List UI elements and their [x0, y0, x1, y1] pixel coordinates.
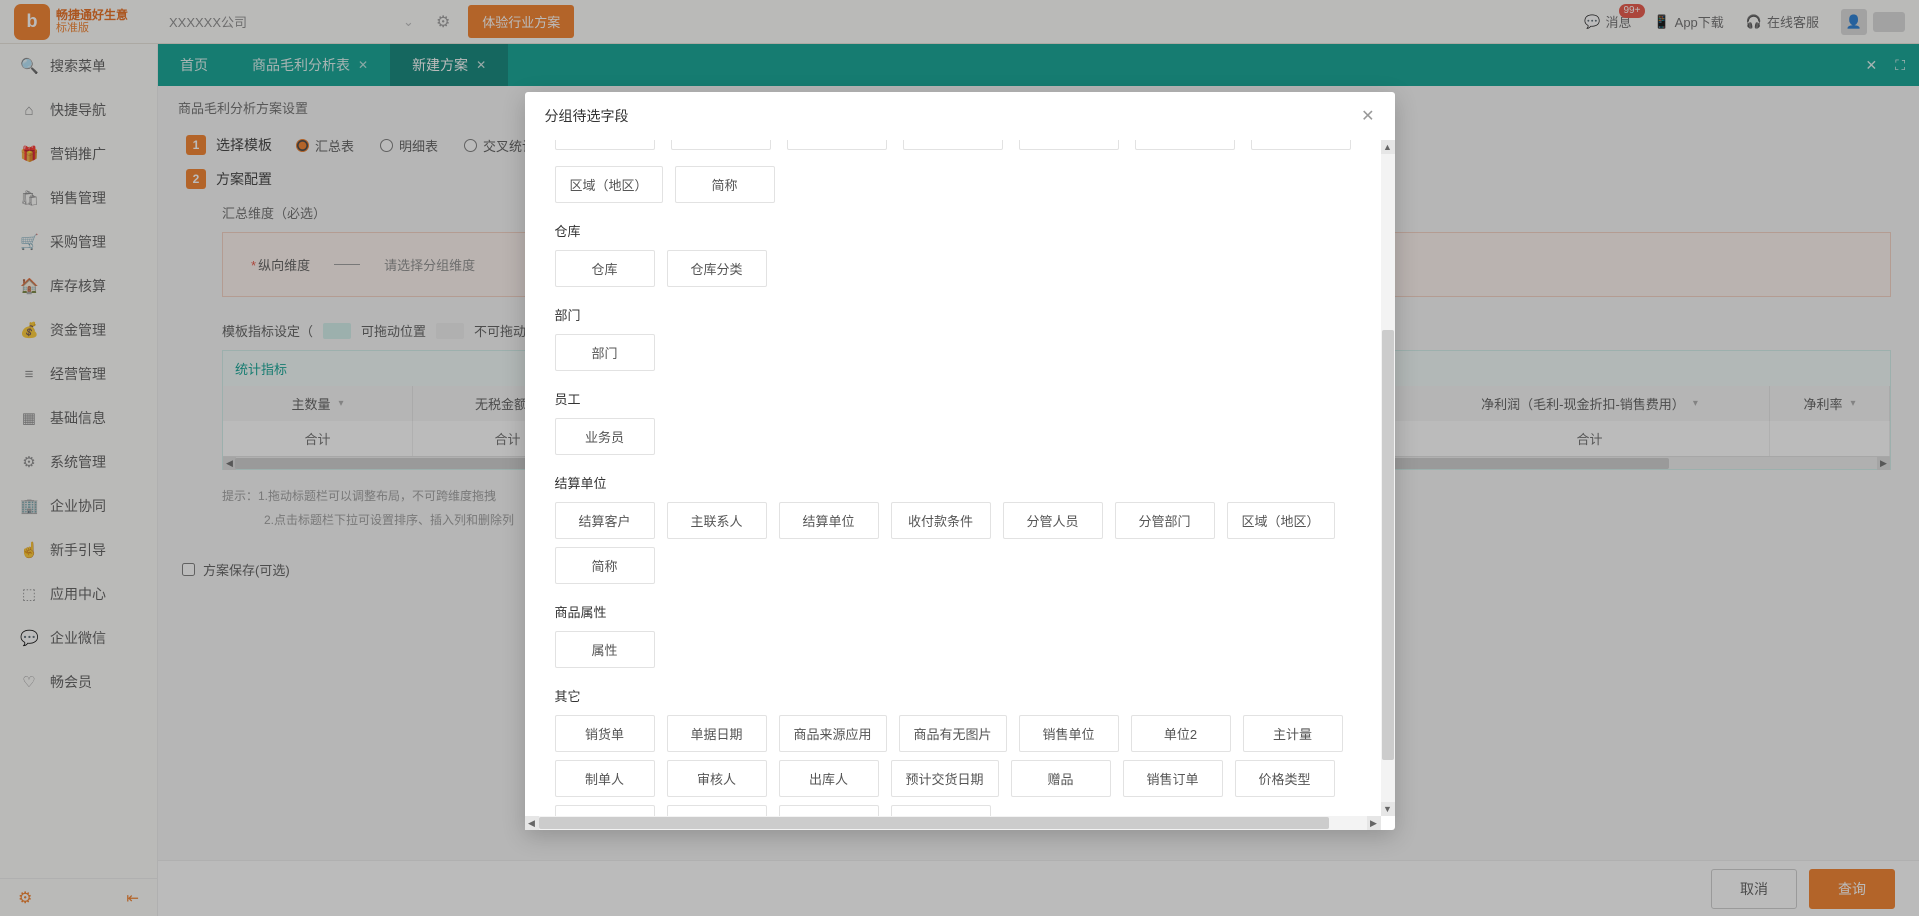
field-button[interactable]: 简称 [555, 547, 655, 584]
field-button[interactable]: 单据日期 [667, 715, 767, 752]
field-button[interactable]: 分管部门 [1115, 502, 1215, 539]
field-button[interactable]: 出库人 [779, 760, 879, 797]
field-button-partial[interactable] [555, 140, 655, 150]
field-button[interactable]: 业务员 [555, 418, 655, 455]
field-button[interactable]: 仓库 [555, 250, 655, 287]
field-button[interactable]: 简称 [675, 166, 775, 203]
field-group-title: 商品属性 [555, 602, 1351, 621]
field-button[interactable]: 单位2 [1131, 715, 1231, 752]
field-button-partial[interactable] [787, 140, 887, 150]
field-button[interactable]: 销货单 [555, 715, 655, 752]
modal-close-button[interactable]: ✕ [1361, 106, 1374, 126]
field-button[interactable]: 来源应用 [555, 805, 655, 816]
field-button[interactable]: 分管人员 [1003, 502, 1103, 539]
field-group-title: 结算单位 [555, 473, 1351, 492]
field-button-partial[interactable] [671, 140, 771, 150]
field-button-partial[interactable] [1251, 140, 1351, 150]
field-button[interactable]: 结算客户 [555, 502, 655, 539]
scroll-down-icon[interactable]: ▼ [1381, 802, 1395, 816]
field-button[interactable]: 制单人 [555, 760, 655, 797]
field-group-title: 其它 [555, 686, 1351, 705]
field-button[interactable]: 批号 [891, 805, 991, 816]
field-group-title: 员工 [555, 389, 1351, 408]
field-button[interactable]: 仓库分类 [667, 250, 767, 287]
field-button[interactable]: 项目分类 [779, 805, 879, 816]
field-button[interactable]: 商品有无图片 [899, 715, 1007, 752]
modal-vertical-scrollbar[interactable]: ▲ ▼ [1381, 140, 1395, 816]
field-button[interactable]: 预计交货日期 [891, 760, 999, 797]
field-button[interactable]: 销售单位 [1019, 715, 1119, 752]
field-button[interactable]: 区域（地区） [555, 166, 663, 203]
field-button[interactable]: 结算单位 [779, 502, 879, 539]
modal-horizontal-scrollbar[interactable]: ◀ ▶ [525, 816, 1381, 830]
field-selector-modal: 分组待选字段 ✕ 区域（地区）简称 仓库仓库仓库分类部门部门员工业务员结算单位结… [525, 92, 1395, 830]
field-button[interactable]: 项目 [667, 805, 767, 816]
field-button[interactable]: 赠品 [1011, 760, 1111, 797]
field-button[interactable]: 审核人 [667, 760, 767, 797]
scroll-up-icon[interactable]: ▲ [1381, 140, 1395, 154]
field-button[interactable]: 属性 [555, 631, 655, 668]
modal-scroll-right-icon[interactable]: ▶ [1367, 816, 1381, 830]
field-group-title: 部门 [555, 305, 1351, 324]
field-button-partial[interactable] [1019, 140, 1119, 150]
field-button[interactable]: 商品来源应用 [779, 715, 887, 752]
field-button[interactable]: 销售订单 [1123, 760, 1223, 797]
field-group-title: 仓库 [555, 221, 1351, 240]
field-button-partial[interactable] [1135, 140, 1235, 150]
modal-scroll-left-icon[interactable]: ◀ [525, 816, 539, 830]
hscroll-thumb[interactable] [539, 817, 1329, 829]
field-button[interactable]: 部门 [555, 334, 655, 371]
field-button[interactable]: 主计量 [1243, 715, 1343, 752]
field-button-partial[interactable] [903, 140, 1003, 150]
field-button[interactable]: 价格类型 [1235, 760, 1335, 797]
field-button[interactable]: 收付款条件 [891, 502, 991, 539]
field-button[interactable]: 区域（地区） [1227, 502, 1335, 539]
vscroll-thumb[interactable] [1382, 330, 1394, 760]
field-button[interactable]: 主联系人 [667, 502, 767, 539]
modal-title: 分组待选字段 [545, 106, 629, 126]
